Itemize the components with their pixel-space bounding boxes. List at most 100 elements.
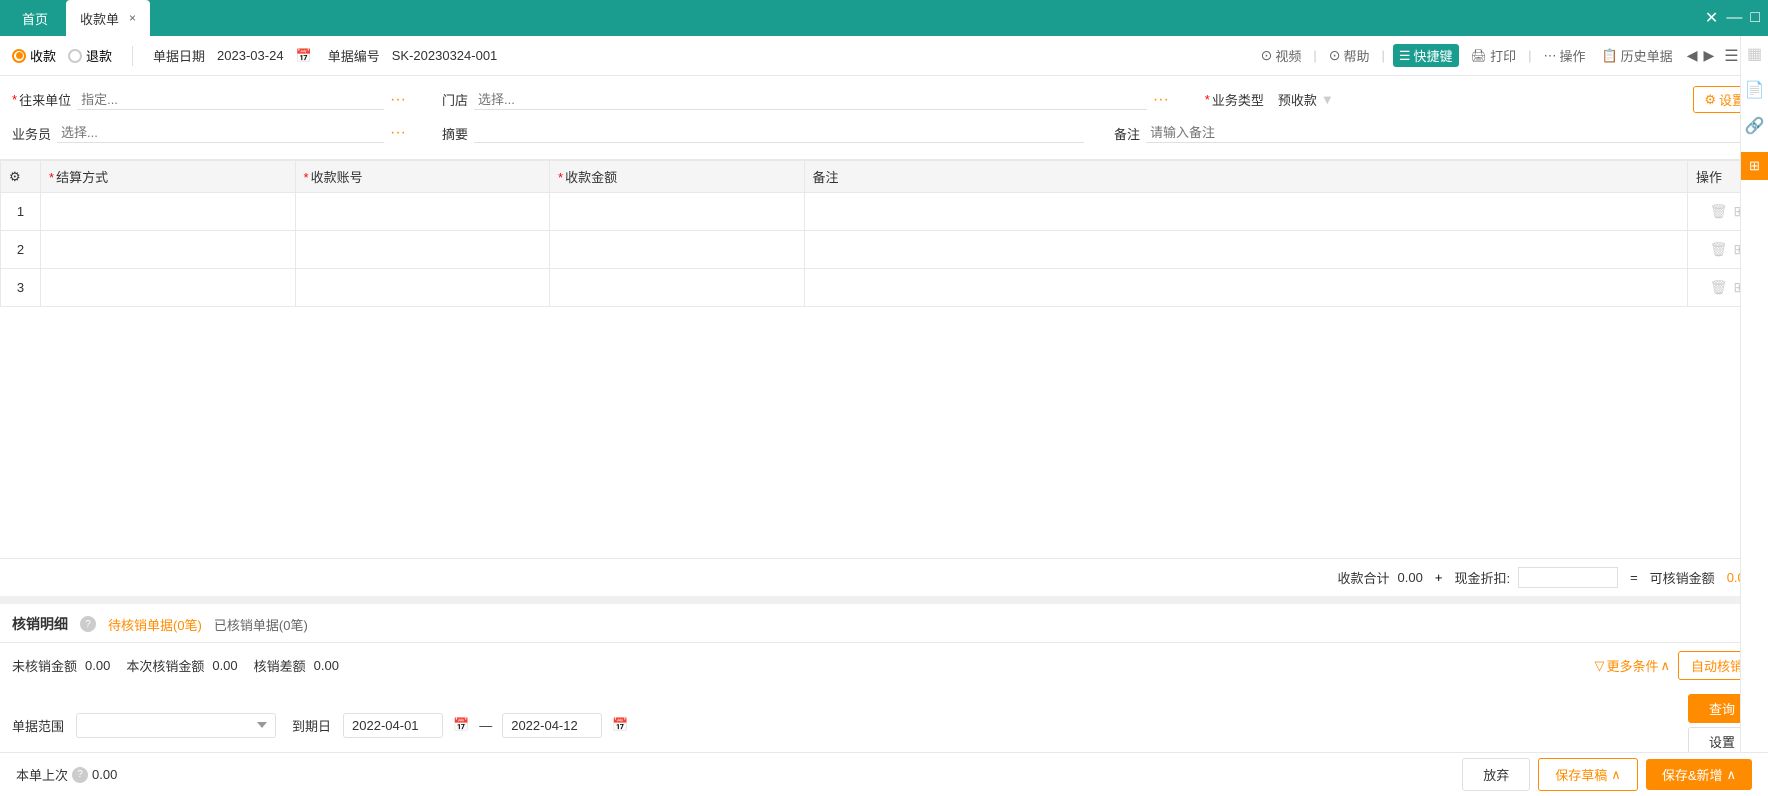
staff-input[interactable] xyxy=(57,123,384,143)
shop-more-icon[interactable]: ··· xyxy=(1147,91,1175,109)
tab-current[interactable]: 收款单 × xyxy=(66,0,150,36)
total-label: 收款合计 0.00 xyxy=(1338,568,1423,587)
remark-input[interactable] xyxy=(1146,123,1756,143)
hexiao-header: 核销明细 ? 待核销单据(0笔) 已核销单据(0笔) xyxy=(0,604,1768,643)
shop-input[interactable] xyxy=(474,90,1147,110)
tab-close-icon[interactable]: × xyxy=(129,11,136,25)
col-amount: *收款金额 xyxy=(550,161,805,193)
window-minus-icon[interactable]: — xyxy=(1726,9,1742,27)
discount-label: 现金折扣: xyxy=(1454,568,1510,587)
staff-more-icon[interactable]: ··· xyxy=(384,124,412,142)
nav-arrows: ◀ ▶ xyxy=(1685,47,1717,64)
diff-label: 核销差额 xyxy=(254,656,306,675)
cell-settle-3[interactable] xyxy=(41,269,296,307)
date-to-icon[interactable]: 📅 xyxy=(612,717,628,733)
nav-prev-icon[interactable]: ◀ xyxy=(1685,47,1700,64)
range-select[interactable] xyxy=(76,713,276,738)
main-table-container: ⚙ *结算方式 *收款账号 *收款金额 备注 操作 1 xyxy=(0,160,1768,558)
cell-amount-3[interactable] xyxy=(550,269,805,307)
sidebar-doc-icon[interactable]: 📄 xyxy=(1745,80,1765,100)
date-field: 单据日期 2023-03-24 📅 xyxy=(153,46,312,65)
more-conditions-label: 更多条件 xyxy=(1606,656,1658,675)
delete-icon-1[interactable]: 🗑 xyxy=(1710,203,1728,220)
radio-receive[interactable]: 收款 xyxy=(12,46,56,65)
list-view-icon[interactable]: ☰ xyxy=(1724,46,1738,66)
unchecked-label: 未核销金额 xyxy=(12,656,77,675)
current-value: 0.00 xyxy=(212,658,237,673)
video-btn[interactable]: ⊙ 视频 xyxy=(1257,44,1306,67)
sidebar-active-icon[interactable]: ⊞ xyxy=(1741,152,1768,180)
print-btn[interactable]: 🖨 打印 xyxy=(1467,44,1521,67)
diff-stat: 核销差额 0.00 xyxy=(254,656,339,675)
sidebar-link-icon[interactable]: 🔗 xyxy=(1745,116,1765,136)
save-new-label: 保存&新增 xyxy=(1662,765,1723,784)
cell-remark-3[interactable] xyxy=(804,269,1688,307)
partner-label: 往来单位 xyxy=(19,90,71,109)
partner-more-icon[interactable]: ··· xyxy=(384,91,412,109)
query-btn-label: 查询 xyxy=(1709,702,1735,717)
cell-settle-1[interactable] xyxy=(41,193,296,231)
cell-account-1[interactable] xyxy=(295,193,550,231)
hexiao-done-tab[interactable]: 已核销单据(0笔) xyxy=(214,615,308,634)
cell-amount-1[interactable] xyxy=(550,193,805,231)
hexiao-pending-tab[interactable]: 待核销单据(0笔) xyxy=(108,615,202,634)
section-divider xyxy=(0,596,1768,604)
calendar-icon[interactable]: 📅 xyxy=(296,48,312,64)
cell-account-2[interactable] xyxy=(295,231,550,269)
right-sidebar: ▦ 📄 🔗 ⊞ xyxy=(1740,36,1768,796)
help-label: 帮助 xyxy=(1343,46,1369,65)
draft-arrow-icon: ∧ xyxy=(1611,767,1621,783)
abandon-btn[interactable]: 放弃 xyxy=(1462,758,1530,791)
biz-type-dropdown-icon[interactable]: ▼ xyxy=(1317,92,1338,107)
date-from-icon[interactable]: 📅 xyxy=(453,717,469,733)
cell-remark-1[interactable] xyxy=(804,193,1688,231)
main-table: ⚙ *结算方式 *收款账号 *收款金额 备注 操作 1 xyxy=(0,160,1768,307)
cell-remark-2[interactable] xyxy=(804,231,1688,269)
delete-icon-2[interactable]: 🗑 xyxy=(1710,241,1728,258)
help-btn[interactable]: ⊙ 帮助 xyxy=(1325,44,1374,67)
summary-bar: 收款合计 0.00 + 现金折扣: = 可核销金额 0.00 xyxy=(0,558,1768,596)
row-num-3: 3 xyxy=(1,269,41,307)
main-content: 收款 退款 单据日期 2023-03-24 📅 单据编号 SK-20230324… xyxy=(0,36,1768,796)
staff-field: 业务员 ··· xyxy=(12,123,412,143)
hexiao-stats: 未核销金额 0.00 本次核销金额 0.00 核销差额 0.00 ▽ 更多条件 … xyxy=(0,643,1768,688)
window-close-icon[interactable]: ✕ xyxy=(1705,8,1718,28)
chevron-up-icon: ∧ xyxy=(1660,658,1670,674)
shortcut-btn[interactable]: ☰ 快捷键 xyxy=(1393,44,1459,67)
carry-value: 0.00 xyxy=(92,767,117,782)
draft-btn[interactable]: 保存草稿 ∧ xyxy=(1538,758,1638,791)
radio-refund[interactable]: 退款 xyxy=(68,46,112,65)
footer-right: 放弃 保存草稿 ∧ 保存&新增 ∧ xyxy=(1462,758,1752,791)
date-value: 2023-03-24 xyxy=(217,48,284,63)
summary-input[interactable] xyxy=(474,123,1084,143)
hexiao-info-icon[interactable]: ? xyxy=(80,616,96,632)
discount-input[interactable] xyxy=(1518,567,1618,588)
date-to-input[interactable] xyxy=(502,713,602,738)
date-from-input[interactable] xyxy=(343,713,443,738)
cell-settle-2[interactable] xyxy=(41,231,296,269)
sidebar-table-icon[interactable]: ▦ xyxy=(1747,44,1762,64)
window-square-icon[interactable]: □ xyxy=(1750,9,1760,27)
hexiao-stats-right: ▽ 更多条件 ∧ 自动核销 xyxy=(1594,651,1756,680)
cell-amount-2[interactable] xyxy=(550,231,805,269)
abandon-label: 放弃 xyxy=(1483,768,1509,783)
tab-home-label: 首页 xyxy=(22,9,48,28)
history-btn[interactable]: 📋 历史单据 xyxy=(1597,44,1676,67)
cell-account-3[interactable] xyxy=(295,269,550,307)
table-settings-header[interactable]: ⚙ xyxy=(1,161,41,193)
shortcut-label: 快捷键 xyxy=(1414,46,1453,65)
more-conditions-btn[interactable]: ▽ 更多条件 ∧ xyxy=(1594,656,1670,675)
range-label: 单据范围 xyxy=(12,716,64,735)
date-filter: 到期日 📅 — 📅 xyxy=(292,713,628,738)
save-new-btn[interactable]: 保存&新增 ∧ xyxy=(1646,759,1752,790)
row-num-1: 1 xyxy=(1,193,41,231)
partner-input[interactable] xyxy=(77,90,384,110)
nav-next-icon[interactable]: ▶ xyxy=(1701,47,1716,64)
footer-bar: 本单上次 ? 0.00 放弃 保存草稿 ∧ 保存&新增 ∧ xyxy=(0,752,1768,796)
doc-label: 单据编号 xyxy=(328,46,380,65)
carry-info-icon[interactable]: ? xyxy=(72,767,88,783)
hexiao-stats-left: 未核销金额 0.00 本次核销金额 0.00 核销差额 0.00 xyxy=(12,656,339,675)
tab-home[interactable]: 首页 xyxy=(8,0,62,36)
operation-btn[interactable]: ⋯ 操作 xyxy=(1539,44,1589,67)
delete-icon-3[interactable]: 🗑 xyxy=(1710,279,1728,296)
